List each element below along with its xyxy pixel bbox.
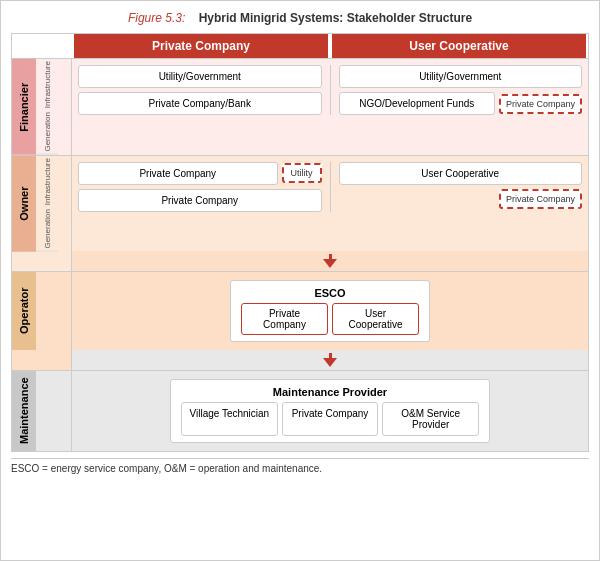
maintenance-section: Maintenance Maintenance Provider Village… [12,370,588,451]
owner-col1-row1-dashed: Utility [282,163,322,183]
owner-col2-row1: User Cooperative [339,162,583,185]
owner-content: Private Company Utility Private Company … [72,156,588,252]
arrow-operator-maintenance [12,350,588,370]
operator-main-label: Operator [12,272,36,350]
financier-sub-col: Infrastructure Generation [36,59,58,155]
owner-sub-infrastructure: Infrastructure [36,156,58,207]
owner-section: Owner Infrastructure Generation Private … [12,155,588,252]
owner-col2: User Cooperative Private Company [339,162,583,212]
footnote: ESCO = energy service company, O&M = ope… [11,458,589,474]
maintenance-content: Maintenance Provider Village Technician … [72,371,588,451]
financier-col2-dashed: Private Company [499,94,582,114]
operator-label-col: Operator [12,272,72,350]
owner-sub-col: Infrastructure Generation [36,156,58,252]
operator-sub-empty [36,272,58,350]
financier-col2: Utility/Government NGO/Development Funds… [339,65,583,115]
operator-sub-col [36,272,58,350]
maintenance-inner: Village Technician Private Company O&M S… [181,402,479,436]
owner-col2-row2-dashed: Private Company [499,189,582,209]
owner-col2-row2-wrapper: Private Company [339,189,583,209]
financier-divider [330,65,331,115]
owner-col1-row2: Private Company [78,189,322,212]
financier-sub-generation: Generation [36,110,58,155]
figure-label: Figure 5.3: [128,11,185,25]
maintenance-sub-col [36,371,58,451]
esco-user-cooperative: User Cooperative [332,303,419,335]
operator-content: ESCO Private Company User Cooperative [72,272,588,350]
maintenance-provider-container: Maintenance Provider Village Technician … [170,379,490,443]
esco-label: ESCO [241,287,419,299]
financier-section: Financier Infrastructure Generation Util… [12,58,588,155]
esco-private-company: Private Company [241,303,328,335]
owner-sub-generation: Generation [36,207,58,252]
maintenance-box-private-company: Private Company [282,402,379,436]
figure-container: Figure 5.3: Hybrid Minigrid Systems: Sta… [11,11,589,474]
owner-divider [330,162,331,212]
financier-col1-row2: Private Company/Bank [78,92,322,115]
down-arrow-1 [323,254,337,268]
diagram-container: Private Company User Cooperative Financi… [11,33,589,452]
owner-main-label: Owner [12,156,36,252]
owner-col1-row1-main: Private Company [78,162,278,185]
owner-col1: Private Company Utility Private Company [78,162,322,212]
financier-col2-row2-wrapper: NGO/Development Funds Private Company [339,92,583,115]
down-arrow-2 [323,353,337,367]
financier-label-col: Financier Infrastructure Generation [12,59,72,155]
maintenance-label-col: Maintenance [12,371,72,451]
maintenance-sub-empty [36,371,58,451]
financier-col2-row2: NGO/Development Funds [339,92,495,115]
financier-sub-infrastructure: Infrastructure [36,59,58,110]
owner-label-col: Owner Infrastructure Generation [12,156,72,252]
header-private-company: Private Company [74,34,328,58]
maintenance-provider-label: Maintenance Provider [181,386,479,398]
owner-two-col: Private Company Utility Private Company … [78,162,582,212]
header-row: Private Company User Cooperative [72,34,588,58]
esco-container: ESCO Private Company User Cooperative [230,280,430,342]
owner-col1-row1-wrapper: Private Company Utility [78,162,322,185]
operator-section: Operator ESCO Private Company User Coope… [12,271,588,350]
financier-col1: Utility/Government Private Company/Bank [78,65,322,115]
figure-description: Hybrid Minigrid Systems: Stakeholder Str… [199,11,472,25]
arrow-owner-operator [12,251,588,271]
maintenance-box-om-service: O&M Service Provider [382,402,479,436]
maintenance-box-village-technician: Village Technician [181,402,278,436]
maintenance-main-label: Maintenance [12,371,36,451]
financier-main-label: Financier [12,59,36,155]
financier-col1-row1: Utility/Government [78,65,322,88]
financier-col2-row1: Utility/Government [339,65,583,88]
financier-content: Utility/Government Private Company/Bank … [72,59,588,155]
esco-inner: Private Company User Cooperative [241,303,419,335]
financier-two-col: Utility/Government Private Company/Bank … [78,65,582,115]
header-user-cooperative: User Cooperative [332,34,586,58]
figure-title: Figure 5.3: Hybrid Minigrid Systems: Sta… [11,11,589,25]
